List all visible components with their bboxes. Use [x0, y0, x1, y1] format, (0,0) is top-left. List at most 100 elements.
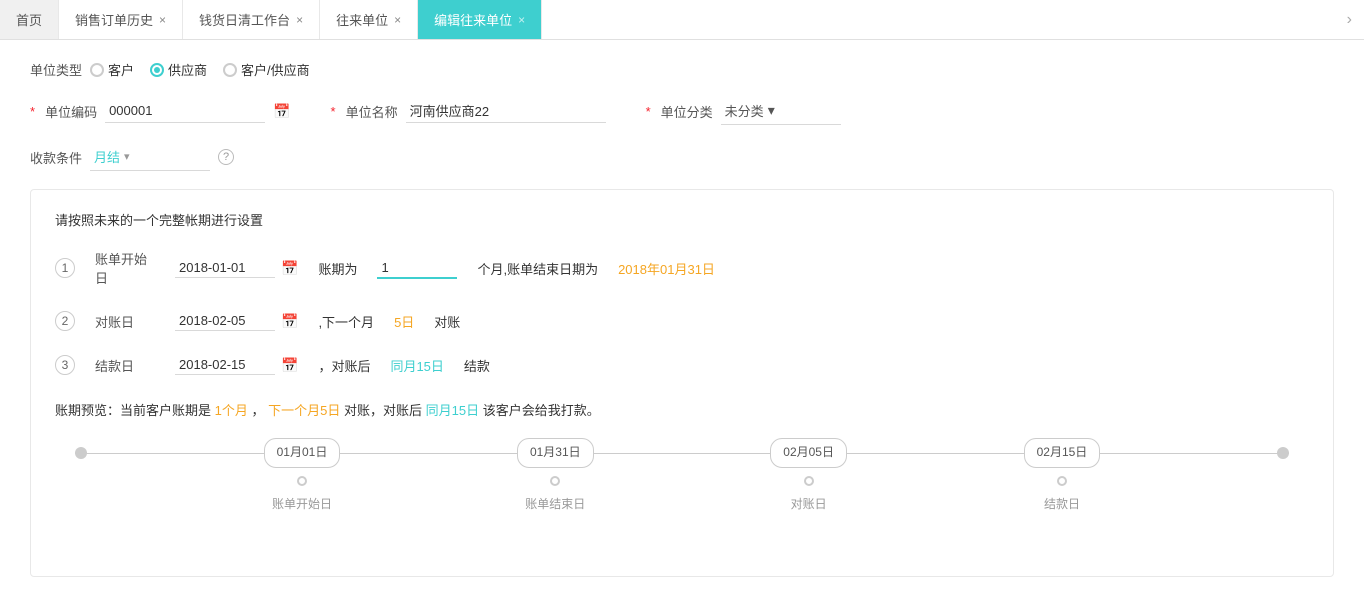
node-label-1: 账单开始日: [272, 494, 332, 516]
date-value-2: 2018-02-05: [175, 311, 275, 331]
preview-part2: 下一个月5日: [268, 403, 340, 418]
close-tab-cash-work[interactable]: ×: [296, 13, 303, 27]
calendar-icon-code[interactable]: 📅: [273, 103, 290, 120]
preview-suffix: 该客户会给我打款。: [483, 403, 600, 418]
node-label-2: 账单结束日: [525, 494, 585, 516]
date-input-3: 2018-02-15 📅: [175, 355, 298, 375]
unit-type-group: 单位类型 客户 供应商 客户/供应商: [30, 60, 310, 79]
unit-class-chevron: ▾: [768, 102, 775, 119]
row-num-2: 2: [55, 311, 75, 331]
tab-home[interactable]: 首页: [0, 0, 59, 39]
unit-class-dropdown[interactable]: 未分类 ▾: [721, 97, 841, 125]
node-dot-2: [550, 476, 560, 486]
radio-customer-circle: [90, 63, 104, 77]
payment-condition-group: 收款条件 月结 ▾ ?: [30, 143, 234, 171]
radio-supplier[interactable]: 供应商: [150, 60, 207, 79]
period-label-1: 账单开始日: [95, 249, 155, 287]
period-row-1: 1 账单开始日 2018-01-01 📅 账期为 个月,账单结束日期为 2018…: [55, 249, 1309, 287]
period-row-3: 3 结款日 2018-02-15 📅 ，对账后 同月15日 结款: [55, 355, 1309, 375]
timeline-container: 01月01日 账单开始日 01月31日 账单结束日 02月05日: [55, 438, 1309, 555]
required-star-code: *: [30, 104, 35, 119]
timeline-left-dot: [75, 438, 87, 515]
suffix-pre-1: 账期为: [318, 259, 357, 278]
months-input[interactable]: [377, 258, 457, 279]
required-star-name: *: [331, 104, 336, 119]
preview-section: 账期预览：当前客户账期是 1个月 ， 下一个月5日 对账，对账后 同月15日 该…: [55, 399, 1309, 556]
calendar-icon-3[interactable]: 📅: [281, 357, 298, 374]
row-num-3: 3: [55, 355, 75, 375]
unit-type-label: 单位类型: [30, 60, 82, 79]
unit-name-label: 单位名称: [346, 102, 398, 121]
timeline-node-1: 01月01日 账单开始日: [264, 438, 341, 515]
required-star-class: *: [646, 104, 651, 119]
timeline-node-4: 02月15日 结款日: [1024, 438, 1101, 515]
calendar-icon-2[interactable]: 📅: [281, 313, 298, 330]
suffix-pre-3: ，对账后: [318, 356, 370, 375]
radio-supplier-circle: [150, 63, 164, 77]
close-tab-contacts[interactable]: ×: [394, 13, 401, 27]
timeline-node-3: 02月05日 对账日: [770, 438, 847, 515]
unit-code-group: * 单位编码 📅: [30, 99, 291, 123]
node-pill-3: 02月05日: [770, 438, 847, 468]
timeline-node-2: 01月31日 账单结束日: [517, 438, 594, 515]
close-tab-sales-order[interactable]: ×: [159, 13, 166, 27]
unit-class-group: * 单位分类 未分类 ▾: [646, 97, 841, 125]
payment-condition-dropdown[interactable]: 月结 ▾: [90, 143, 210, 171]
dot-left: [75, 447, 87, 459]
dot-right: [1277, 447, 1289, 459]
suffix-post-2: 对账: [434, 312, 460, 331]
highlight-2: 5日: [394, 312, 414, 331]
calendar-icon-1[interactable]: 📅: [281, 260, 298, 277]
timeline-right-dot: [1277, 438, 1289, 515]
radio-customer[interactable]: 客户: [90, 60, 134, 79]
timeline-nodes: 01月01日 账单开始日 01月31日 账单结束日 02月05日: [75, 438, 1289, 515]
preview-sep2: 对账，对账后: [344, 403, 422, 418]
highlight-3: 同月15日: [390, 356, 443, 375]
unit-code-input[interactable]: [105, 99, 265, 123]
node-pill-1: 01月01日: [264, 438, 341, 468]
tab-sales-order[interactable]: 销售订单历史 ×: [59, 0, 183, 39]
payment-row: 收款条件 月结 ▾ ?: [30, 143, 1334, 171]
row-num-1: 1: [55, 258, 75, 278]
date-input-1: 2018-01-01 📅: [175, 258, 298, 278]
tab-contacts[interactable]: 往来单位 ×: [320, 0, 418, 39]
payment-condition-label: 收款条件: [30, 148, 82, 167]
basic-info-row: * 单位编码 📅 * 单位名称 * 单位分类 未分类 ▾: [30, 97, 1334, 125]
close-tab-edit-contacts[interactable]: ×: [518, 13, 525, 27]
suffix-post-1: 个月,账单结束日期为: [477, 259, 598, 278]
preview-label: 账期预览：当前客户账期是: [55, 403, 211, 418]
question-icon[interactable]: ?: [218, 149, 234, 165]
main-content: 单位类型 客户 供应商 客户/供应商 * 单位编码: [0, 40, 1364, 608]
end-date-highlight: 2018年01月31日: [618, 259, 715, 278]
preview-text: 账期预览：当前客户账期是 1个月 ， 下一个月5日 对账，对账后 同月15日 该…: [55, 399, 1309, 422]
date-value-1: 2018-01-01: [175, 258, 275, 278]
date-input-2: 2018-02-05 📅: [175, 311, 298, 331]
node-label-3: 对账日: [791, 494, 827, 516]
date-value-3: 2018-02-15: [175, 355, 275, 375]
period-row-2: 2 对账日 2018-02-05 📅 ,下一个月5日 对账: [55, 311, 1309, 331]
node-pill-2: 01月31日: [517, 438, 594, 468]
unit-class-label: 单位分类: [661, 102, 713, 121]
payment-condition-chevron: ▾: [124, 150, 130, 163]
radio-customer-supplier-circle: [223, 63, 237, 77]
period-title: 请按照未来的一个完整帐期进行设置: [55, 210, 1309, 229]
suffix-post-3: 结款: [464, 356, 490, 375]
tabs-scroll-arrow[interactable]: ›: [1335, 11, 1364, 29]
unit-code-label: 单位编码: [45, 102, 97, 121]
period-label-2: 对账日: [95, 312, 155, 331]
unit-name-group: * 单位名称: [331, 99, 606, 123]
unit-class-value: 未分类: [725, 101, 764, 120]
radio-customer-supplier[interactable]: 客户/供应商: [223, 60, 310, 79]
preview-part1: 1个月: [215, 403, 248, 418]
tab-edit-contacts[interactable]: 编辑往来单位 ×: [418, 0, 542, 39]
tab-cash-work[interactable]: 钱货日清工作台 ×: [183, 0, 320, 39]
node-label-4: 结款日: [1044, 494, 1080, 516]
period-label-3: 结款日: [95, 356, 155, 375]
payment-condition-value: 月结: [94, 147, 120, 166]
preview-part3: 同月15日: [426, 403, 479, 418]
tabs-bar: 首页 销售订单历史 × 钱货日清工作台 × 往来单位 × 编辑往来单位 × ›: [0, 0, 1364, 40]
unit-type-radios: 客户 供应商 客户/供应商: [90, 60, 310, 79]
period-settings-box: 请按照未来的一个完整帐期进行设置 1 账单开始日 2018-01-01 📅 账期…: [30, 189, 1334, 577]
unit-name-input[interactable]: [406, 99, 606, 123]
node-dot-3: [804, 476, 814, 486]
